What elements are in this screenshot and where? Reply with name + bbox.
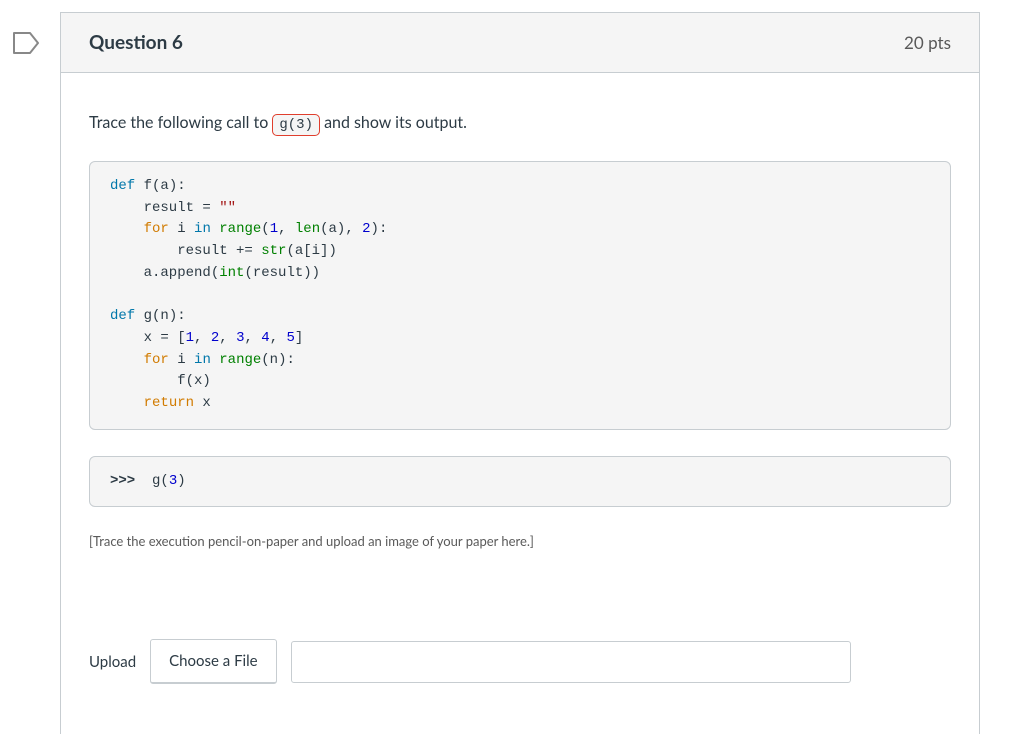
code-block-repl-call: >>> g(3) [89,456,951,508]
choose-file-button[interactable]: Choose a File [150,639,276,684]
question-card: Question 6 20 pts Trace the following ca… [60,12,980,734]
inline-code-g3: g(3) [272,114,320,136]
upload-row: Upload Choose a File [89,639,951,684]
question-prompt: Trace the following call to g(3) and sho… [89,113,951,133]
instruction-note: [Trace the execution pencil-on-paper and… [89,533,951,549]
code-block-definitions: def f(a): result = "" for i in range(1, … [89,161,951,430]
question-status-icon [13,32,39,54]
question-points: 20 pts [904,32,951,53]
question-title: Question 6 [89,31,183,54]
upload-label: Upload [89,653,136,671]
file-path-input[interactable] [291,641,851,683]
question-body: Trace the following call to g(3) and sho… [61,73,979,734]
prompt-text-after: and show its output. [320,113,467,132]
question-header: Question 6 20 pts [61,13,979,73]
prompt-text-before: Trace the following call to [89,113,272,132]
